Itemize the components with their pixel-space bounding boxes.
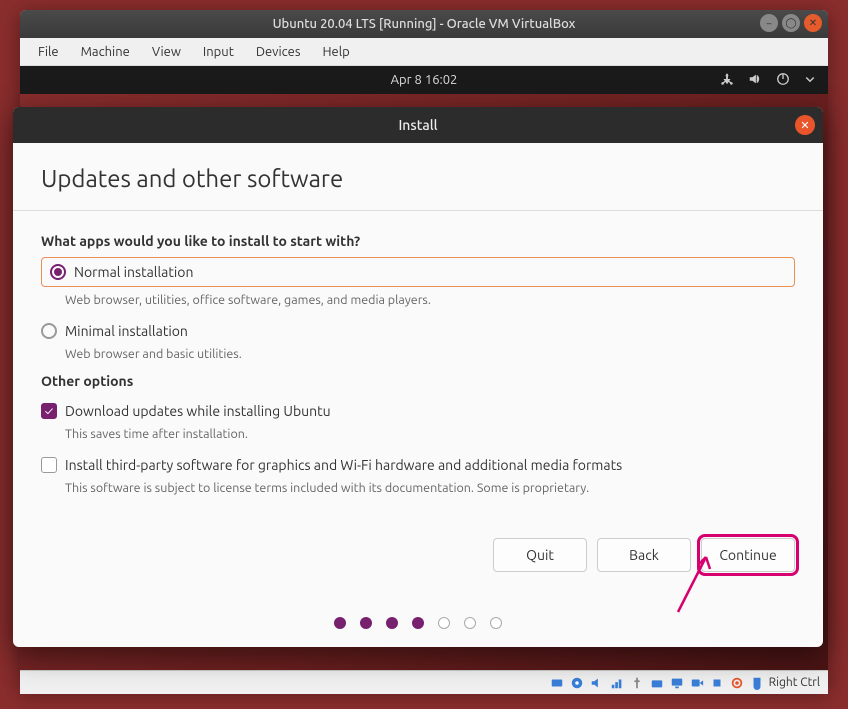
installer-titlebar[interactable]: Install ✕	[13, 107, 823, 143]
vbox-menubar: File Machine View Input Devices Help	[20, 38, 828, 66]
settings-icon[interactable]	[729, 675, 745, 691]
apps-question: What apps would you like to install to s…	[41, 233, 795, 249]
divider	[13, 210, 823, 211]
download-updates-label: Download updates while installing Ubuntu	[65, 403, 331, 419]
guest-desktop: Install ✕ Updates and other software Wha…	[20, 94, 828, 670]
mouse-integration-icon[interactable]	[749, 675, 765, 691]
shared-folder-icon[interactable]	[649, 675, 665, 691]
minimal-install-option[interactable]: Minimal installation	[41, 319, 795, 343]
menu-input[interactable]: Input	[193, 42, 244, 62]
third-party-option[interactable]: Install third-party software for graphic…	[41, 453, 795, 477]
installer-title: Install	[398, 117, 437, 133]
installer-body: Updates and other software What apps wou…	[13, 143, 823, 495]
progress-dot	[412, 617, 424, 629]
menu-view[interactable]: View	[142, 42, 191, 62]
guest-clock[interactable]: Apr 8 16:02	[391, 73, 458, 87]
guest-topbar-right	[720, 72, 816, 89]
installer-window: Install ✕ Updates and other software Wha…	[13, 107, 823, 647]
display-icon[interactable]	[669, 675, 685, 691]
menu-help[interactable]: Help	[313, 42, 360, 62]
normal-install-option[interactable]: Normal installation	[41, 257, 795, 287]
progress-dot	[386, 617, 398, 629]
continue-button[interactable]: Continue	[701, 538, 795, 572]
minimize-button[interactable]: –	[760, 14, 778, 32]
progress-dot	[464, 617, 476, 629]
usb-icon[interactable]	[629, 675, 645, 691]
back-button[interactable]: Back	[597, 538, 691, 572]
maximize-button[interactable]: ◯	[782, 14, 800, 32]
close-button[interactable]: ✕	[804, 14, 822, 32]
nav-buttons: Quit Back Continue	[493, 538, 795, 572]
radio-minimal[interactable]	[41, 323, 57, 339]
checkbox-download-updates[interactable]: ✓	[41, 403, 57, 419]
third-party-desc: This software is subject to license term…	[65, 481, 795, 495]
radio-normal[interactable]	[50, 264, 66, 280]
vbox-statusbar: Right Ctrl	[20, 670, 828, 694]
minimal-desc: Web browser and basic utilities.	[65, 347, 795, 361]
menu-devices[interactable]: Devices	[246, 42, 311, 62]
menu-machine[interactable]: Machine	[71, 42, 140, 62]
virtualbox-window: Ubuntu 20.04 LTS [Running] - Oracle VM V…	[20, 10, 828, 690]
normal-desc: Web browser, utilities, office software,…	[65, 293, 795, 307]
volume-icon[interactable]	[748, 72, 762, 89]
installer-close-button[interactable]: ✕	[795, 115, 815, 135]
hostkey-label: Right Ctrl	[769, 676, 820, 689]
normal-label: Normal installation	[74, 264, 193, 280]
vbox-window-controls: – ◯ ✕	[760, 14, 822, 32]
power-icon[interactable]	[776, 72, 790, 89]
progress-dots	[334, 617, 502, 629]
vbox-title: Ubuntu 20.04 LTS [Running] - Oracle VM V…	[273, 17, 576, 31]
page-heading: Updates and other software	[41, 165, 795, 192]
vbox-titlebar[interactable]: Ubuntu 20.04 LTS [Running] - Oracle VM V…	[20, 10, 828, 38]
checkbox-third-party[interactable]	[41, 457, 57, 473]
recording-icon[interactable]	[689, 675, 705, 691]
menu-file[interactable]: File	[28, 42, 69, 62]
network-status-icon[interactable]	[609, 675, 625, 691]
guest-topbar: Apr 8 16:02	[20, 66, 828, 94]
chevron-down-icon[interactable]	[804, 73, 816, 88]
progress-dot	[334, 617, 346, 629]
third-party-label: Install third-party software for graphic…	[65, 457, 622, 473]
minimal-label: Minimal installation	[65, 323, 188, 339]
download-updates-desc: This saves time after installation.	[65, 427, 795, 441]
optical-icon[interactable]	[569, 675, 585, 691]
progress-dot	[360, 617, 372, 629]
download-updates-option[interactable]: ✓ Download updates while installing Ubun…	[41, 399, 795, 423]
disk-icon[interactable]	[549, 675, 565, 691]
progress-dot	[438, 617, 450, 629]
audio-icon[interactable]	[589, 675, 605, 691]
other-options-heading: Other options	[41, 373, 795, 389]
quit-button[interactable]: Quit	[493, 538, 587, 572]
network-icon[interactable]	[720, 72, 734, 89]
progress-dot	[490, 617, 502, 629]
cpu-icon[interactable]	[709, 675, 725, 691]
